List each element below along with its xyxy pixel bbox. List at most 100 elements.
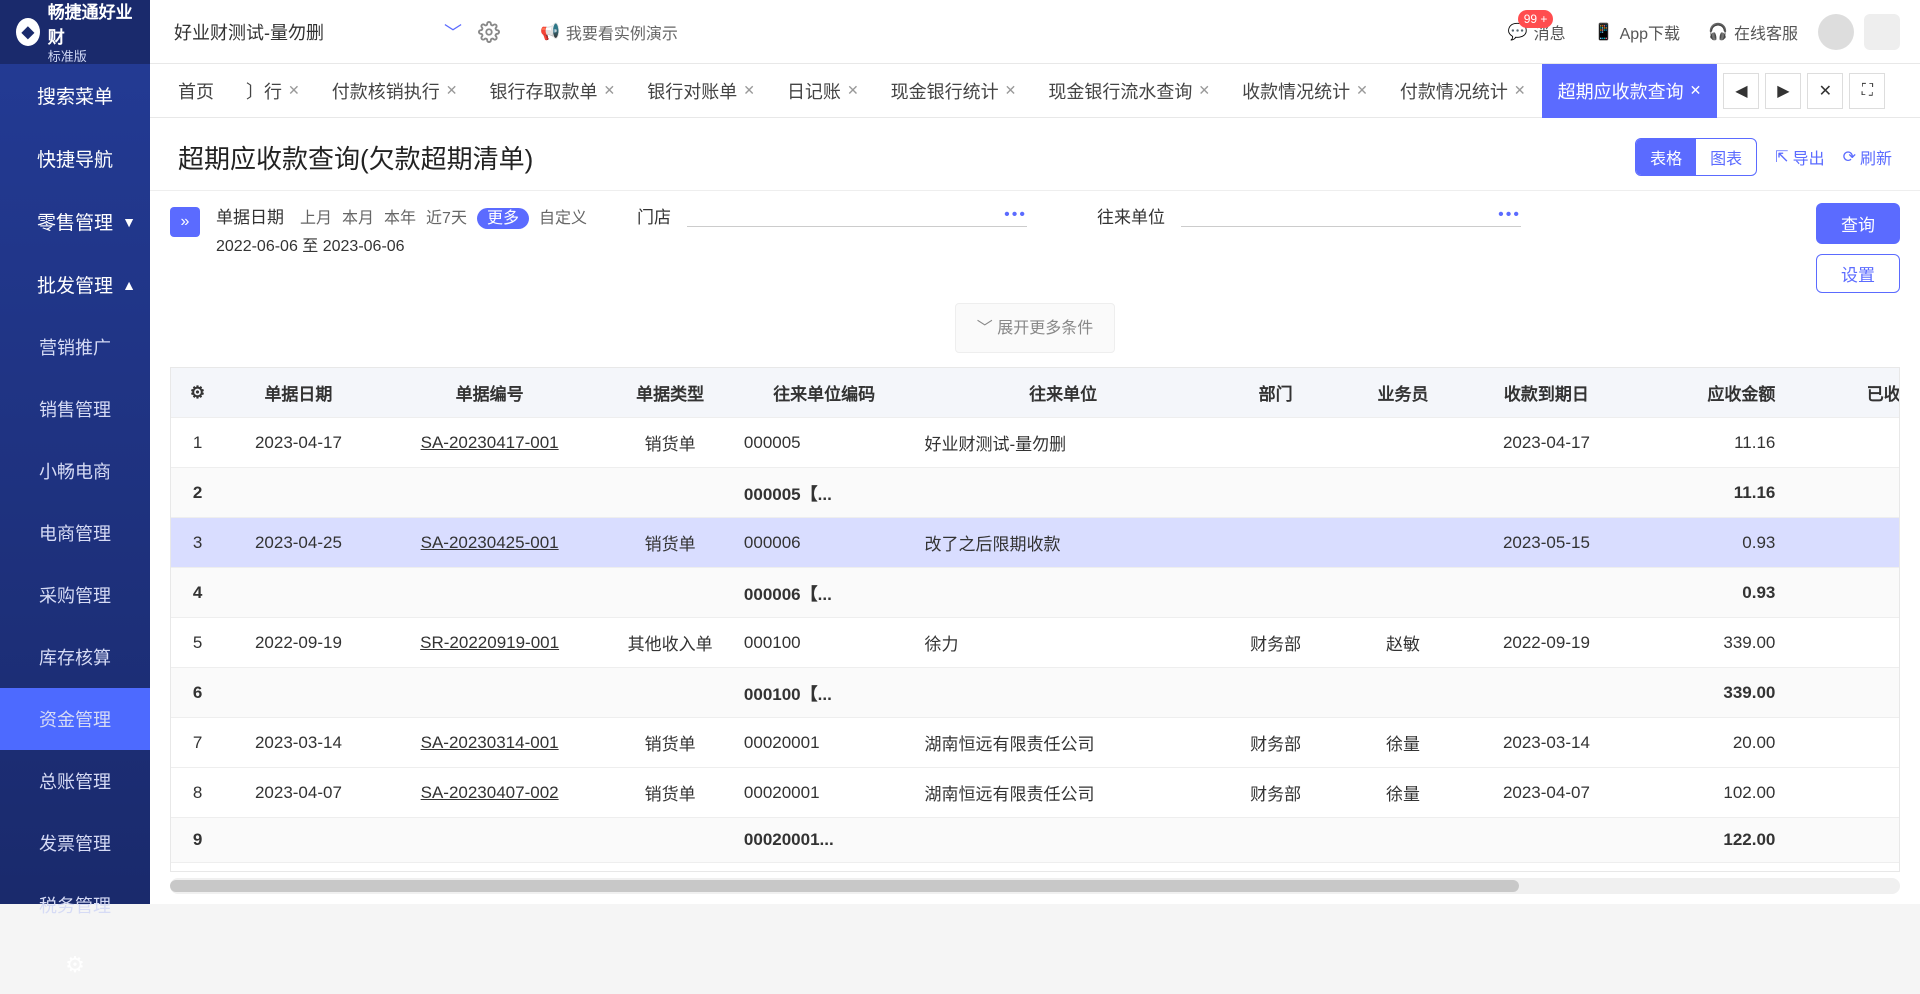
sidebar-item[interactable]: 营销推广 bbox=[0, 316, 150, 378]
settings-button[interactable]: 设置 bbox=[1816, 254, 1900, 293]
tab[interactable]: 收款情况统计✕ bbox=[1226, 64, 1384, 118]
sidebar-item[interactable]: 库存核算 bbox=[0, 626, 150, 688]
doc-link[interactable]: SA-20230425-001 bbox=[421, 533, 559, 552]
tab[interactable]: 现金银行流水查询✕ bbox=[1032, 64, 1226, 118]
collapse-filter-button[interactable]: » bbox=[170, 207, 200, 237]
filter-store-input[interactable] bbox=[687, 206, 1004, 224]
view-toggle[interactable]: 表格 图表 bbox=[1635, 138, 1757, 176]
table-row[interactable]: 52022-09-19SR-20220919-001其他收入单000100徐力财… bbox=[171, 618, 1900, 668]
cell: 11.16 bbox=[1626, 418, 1785, 468]
more-icon[interactable]: ••• bbox=[1498, 206, 1521, 224]
gear-icon[interactable]: ⚙ bbox=[190, 383, 205, 402]
table-row[interactable]: 72023-03-14SA-20230314-001销货单00020001湖南恒… bbox=[171, 718, 1900, 768]
column-header[interactable]: 往来单位编码 bbox=[734, 368, 915, 418]
close-icon[interactable]: ✕ bbox=[743, 82, 755, 99]
support-button[interactable]: 🎧 在线客服 bbox=[1708, 20, 1798, 44]
export-button[interactable]: ⇱ 导出 bbox=[1775, 145, 1824, 169]
sidebar-item[interactable]: 快捷导航 bbox=[0, 127, 150, 190]
table-row[interactable]: 32023-04-25SA-20230425-001销货单000006改了之后限… bbox=[171, 518, 1900, 568]
table-row[interactable]: 82023-04-07SA-20230407-002销货单00020001湖南恒… bbox=[171, 768, 1900, 818]
sidebar-item[interactable]: 发票管理 bbox=[0, 812, 150, 874]
app-download-button[interactable]: 📱 App下载 bbox=[1594, 20, 1680, 44]
avatar[interactable] bbox=[1818, 14, 1854, 50]
sidebar-item[interactable]: 小畅电商 bbox=[0, 440, 150, 502]
date-chip[interactable]: 近7天 bbox=[426, 210, 467, 227]
scrollbar-thumb[interactable] bbox=[170, 880, 1519, 892]
close-icon[interactable]: ✕ bbox=[1005, 82, 1017, 99]
filter-partner-input[interactable] bbox=[1181, 206, 1498, 224]
column-header[interactable]: 部门 bbox=[1212, 368, 1339, 418]
doc-link[interactable]: SA-20230407-002 bbox=[421, 783, 559, 802]
refresh-button[interactable]: ⟳ 刷新 bbox=[1843, 145, 1892, 169]
tab-next[interactable]: ▶ bbox=[1765, 73, 1801, 109]
tab[interactable]: 银行对账单✕ bbox=[631, 64, 771, 118]
tab[interactable]: 日记账✕ bbox=[771, 64, 875, 118]
tab[interactable]: 首页 bbox=[162, 64, 230, 118]
org-avatar[interactable] bbox=[1864, 14, 1900, 50]
expand-filters-button[interactable]: ﹀ 展开更多条件 bbox=[955, 303, 1115, 353]
column-header[interactable]: 单据类型 bbox=[606, 368, 733, 418]
tab[interactable]: 现金银行统计✕ bbox=[875, 64, 1033, 118]
column-header[interactable]: 往来单位 bbox=[914, 368, 1211, 418]
column-header[interactable]: 业务员 bbox=[1339, 368, 1466, 418]
more-icon[interactable]: ••• bbox=[1004, 206, 1027, 224]
close-icon[interactable]: ✕ bbox=[1198, 82, 1210, 99]
tab[interactable]: 〕行✕ bbox=[230, 64, 316, 118]
workspace-selector[interactable]: 好业财测试-量勿删 ﹀ bbox=[174, 19, 462, 45]
close-icon[interactable]: ✕ bbox=[446, 82, 458, 99]
tab[interactable]: 付款核销执行✕ bbox=[316, 64, 474, 118]
sidebar-item[interactable]: 税务管理 bbox=[0, 874, 150, 936]
table-row[interactable]: 12023-04-17SA-20230417-001销货单000005好业财测试… bbox=[171, 418, 1900, 468]
view-table[interactable]: 表格 bbox=[1636, 139, 1696, 175]
messages-button[interactable]: 99 + 💬 消息 bbox=[1508, 20, 1566, 44]
horizontal-scrollbar[interactable] bbox=[170, 878, 1900, 894]
column-header[interactable]: ⚙ bbox=[171, 368, 224, 418]
doc-link[interactable]: SR-20220919-001 bbox=[420, 633, 559, 652]
cell bbox=[606, 568, 733, 618]
date-chip[interactable]: 自定义 bbox=[539, 210, 587, 227]
sidebar-item[interactable]: 电商管理 bbox=[0, 502, 150, 564]
table-row[interactable]: 6000100【...339.00 bbox=[171, 668, 1900, 718]
close-icon[interactable]: ✕ bbox=[288, 82, 300, 99]
table-row[interactable]: 900020001...122.000.00 bbox=[171, 818, 1900, 863]
column-header[interactable]: 单据日期 bbox=[224, 368, 373, 418]
fullscreen-button[interactable]: ⛶ bbox=[1849, 73, 1885, 109]
table-row[interactable]: 4000006【...0.930.00 bbox=[171, 568, 1900, 618]
sidebar-item[interactable]: 零售管理▼ bbox=[0, 190, 150, 253]
column-header[interactable]: 单据编号 bbox=[373, 368, 607, 418]
tab-prev[interactable]: ◀ bbox=[1723, 73, 1759, 109]
chevron-down-icon: ﹀ bbox=[444, 19, 462, 45]
doc-link[interactable]: SA-20230314-001 bbox=[421, 733, 559, 752]
column-header[interactable]: 应收金额 bbox=[1626, 368, 1785, 418]
gear-icon[interactable] bbox=[478, 21, 500, 43]
doc-link[interactable]: SA-20230417-001 bbox=[421, 433, 559, 452]
sidebar-item[interactable]: 批发管理▲ bbox=[0, 253, 150, 316]
view-chart[interactable]: 图表 bbox=[1696, 139, 1756, 175]
table-row[interactable]: 2000005【...11.160.00 bbox=[171, 468, 1900, 518]
sidebar-item[interactable]: 采购管理 bbox=[0, 564, 150, 626]
sidebar-settings-icon[interactable]: ⚙ bbox=[0, 936, 150, 994]
tab-close-all[interactable]: ✕ bbox=[1807, 73, 1843, 109]
table-row[interactable]: 102022-09-16SA-20220916-002销货单00030001江西… bbox=[171, 863, 1900, 873]
column-header[interactable]: 收款到期日 bbox=[1467, 368, 1626, 418]
tab[interactable]: 付款情况统计✕ bbox=[1384, 64, 1542, 118]
sidebar-item[interactable]: 资金管理 bbox=[0, 688, 150, 750]
date-chip[interactable]: 本年 bbox=[384, 210, 416, 227]
demo-link[interactable]: 📢 我要看实例演示 bbox=[540, 20, 678, 44]
sidebar-item[interactable]: 搜索菜单 bbox=[0, 64, 150, 127]
close-icon[interactable]: ✕ bbox=[603, 82, 615, 99]
close-icon[interactable]: ✕ bbox=[1356, 82, 1368, 99]
tab[interactable]: 超期应收款查询✕ bbox=[1542, 64, 1718, 118]
column-header[interactable]: 已收金额 bbox=[1785, 368, 1900, 418]
tab[interactable]: 银行存取款单✕ bbox=[473, 64, 631, 118]
date-chip[interactable]: 更多 bbox=[477, 208, 529, 229]
close-icon[interactable]: ✕ bbox=[847, 82, 859, 99]
close-icon[interactable]: ✕ bbox=[1514, 82, 1526, 99]
close-icon[interactable]: ✕ bbox=[1690, 82, 1702, 99]
date-chip[interactable]: 上月 bbox=[300, 210, 332, 227]
sidebar-item[interactable]: 销售管理 bbox=[0, 378, 150, 440]
cell: 2023-03-14 bbox=[224, 718, 373, 768]
query-button[interactable]: 查询 bbox=[1816, 203, 1900, 244]
date-chip[interactable]: 本月 bbox=[342, 210, 374, 227]
sidebar-item[interactable]: 总账管理 bbox=[0, 750, 150, 812]
